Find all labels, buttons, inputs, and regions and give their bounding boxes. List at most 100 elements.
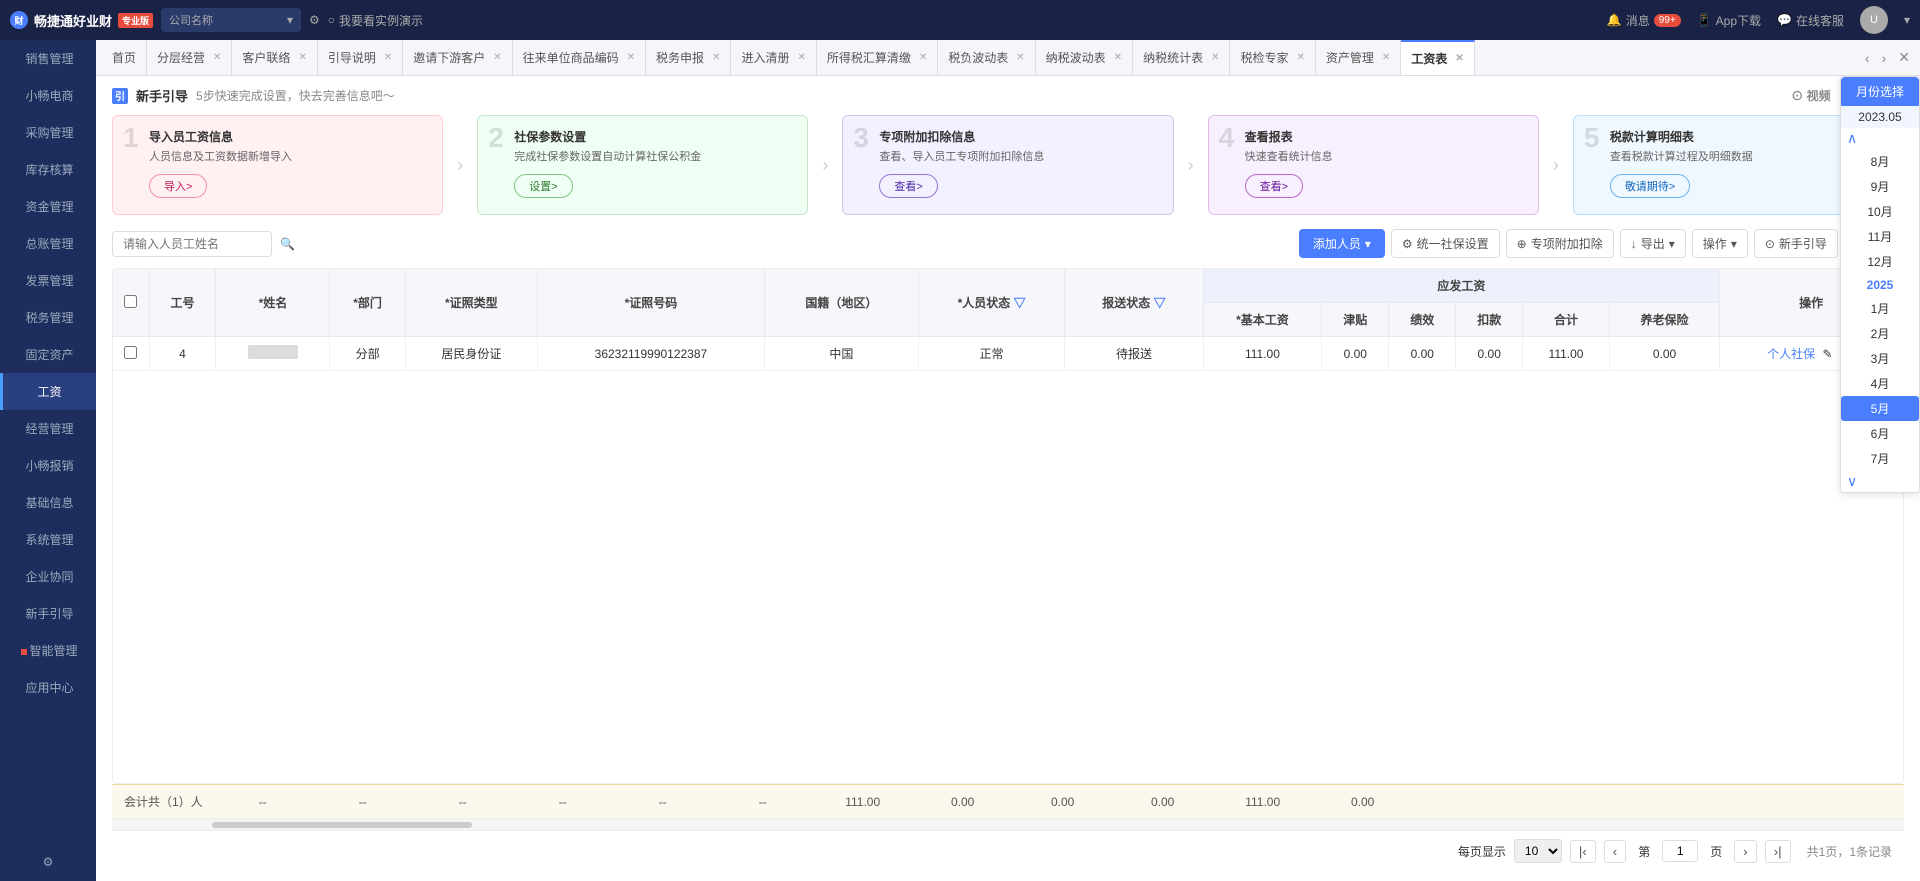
action-personal-insurance[interactable]: 个人社保: [1767, 347, 1815, 361]
tab-tax-burden[interactable]: 税负波动表 ✕: [938, 40, 1035, 75]
tab-assets[interactable]: 资产管理 ✕: [1316, 40, 1401, 75]
step-btn-2[interactable]: 设置>: [514, 174, 572, 198]
tabs-next-icon[interactable]: ›: [1878, 48, 1891, 68]
search-input[interactable]: [112, 231, 272, 257]
personnel-status-filter-icon[interactable]: ▽: [1014, 296, 1026, 310]
tabs-close-all-icon[interactable]: ✕: [1894, 47, 1914, 68]
select-all-checkbox[interactable]: [124, 295, 137, 308]
step-btn-4[interactable]: 查看>: [1245, 174, 1303, 198]
tab-close-icon[interactable]: ✕: [712, 52, 720, 63]
month-item-8[interactable]: 8月: [1841, 149, 1919, 174]
month-item-10[interactable]: 10月: [1841, 199, 1919, 224]
search-icon[interactable]: 🔍: [280, 237, 295, 251]
sidebar-item-ecommerce[interactable]: 小畅电商: [0, 77, 96, 114]
page-input[interactable]: [1662, 840, 1698, 862]
tab-close-icon[interactable]: ✕: [384, 52, 392, 63]
sidebar-item-app-center[interactable]: 应用中心: [0, 669, 96, 706]
month-item-11[interactable]: 11月: [1841, 224, 1919, 249]
month-item-6[interactable]: 6月: [1841, 421, 1919, 446]
tab-customer[interactable]: 客户联络 ✕: [232, 40, 317, 75]
tab-close-icon[interactable]: ✕: [298, 52, 306, 63]
sidebar-item-system[interactable]: 系统管理: [0, 521, 96, 558]
sidebar-item-tax[interactable]: 税务管理: [0, 299, 96, 336]
tab-tax-stats[interactable]: 纳税统计表 ✕: [1133, 40, 1230, 75]
prev-page-btn[interactable]: ‹: [1604, 840, 1626, 863]
month-item-12[interactable]: 12月: [1841, 249, 1919, 274]
step-btn-5[interactable]: 敬请期待>: [1610, 174, 1690, 198]
tabs-prev-icon[interactable]: ‹: [1861, 48, 1874, 68]
last-page-btn[interactable]: ›|: [1765, 840, 1791, 863]
month-item-4[interactable]: 4月: [1841, 371, 1919, 396]
horizontal-scrollbar[interactable]: [112, 818, 1904, 830]
sidebar-item-basic-info[interactable]: 基础信息: [0, 484, 96, 521]
tab-close-icon[interactable]: ✕: [1211, 52, 1219, 63]
tab-close-icon[interactable]: ✕: [1455, 53, 1463, 64]
tab-tax-expert[interactable]: 税检专家 ✕: [1230, 40, 1315, 75]
sidebar-item-collab[interactable]: 企业协同: [0, 558, 96, 595]
month-up-btn[interactable]: ∧: [1847, 130, 1857, 147]
new-guide-btn[interactable]: ⊙ 新手引导: [1754, 229, 1838, 258]
notification-btn[interactable]: 🔔 消息 99+: [1607, 12, 1681, 29]
month-item-9[interactable]: 9月: [1841, 174, 1919, 199]
tab-close-icon[interactable]: ✕: [919, 52, 927, 63]
sidebar-item-operations[interactable]: 经营管理: [0, 410, 96, 447]
sidebar-item-purchase[interactable]: 采购管理: [0, 114, 96, 151]
tab-payroll[interactable]: 工资表 ✕: [1401, 40, 1474, 75]
step-btn-3[interactable]: 查看>: [879, 174, 937, 198]
tab-tax-report[interactable]: 税务申报 ✕: [646, 40, 731, 75]
export-btn[interactable]: ↓ 导出 ▾: [1620, 229, 1686, 258]
tab-product-code[interactable]: 往来单位商品编码 ✕: [513, 40, 646, 75]
tab-layered[interactable]: 分层经营 ✕: [147, 40, 232, 75]
month-down-btn[interactable]: ∨: [1847, 473, 1857, 490]
sidebar-item-guide[interactable]: 新手引导: [0, 595, 96, 632]
tab-close-icon[interactable]: ✕: [1297, 52, 1305, 63]
tab-tax-wave[interactable]: 纳税波动表 ✕: [1036, 40, 1133, 75]
user-avatar[interactable]: U: [1860, 6, 1888, 34]
tab-close-icon[interactable]: ✕: [1114, 52, 1122, 63]
month-item-3[interactable]: 3月: [1841, 346, 1919, 371]
month-item-1[interactable]: 1月: [1841, 296, 1919, 321]
unified-settings-btn[interactable]: ⚙ 统一社保设置: [1391, 229, 1500, 258]
online-service-btn[interactable]: 💬 在线客服: [1777, 12, 1844, 29]
sidebar-item-sales[interactable]: 销售管理: [0, 40, 96, 77]
demo-link[interactable]: ○ 我要看实例演示: [328, 12, 423, 29]
add-employee-btn[interactable]: 添加人员 ▾: [1299, 229, 1385, 258]
sidebar-item-inventory[interactable]: 库存核算: [0, 151, 96, 188]
tab-close-icon[interactable]: ✕: [627, 52, 635, 63]
tab-register[interactable]: 进入清册 ✕: [731, 40, 816, 75]
year-display[interactable]: 2023.05: [1841, 106, 1919, 128]
company-selector[interactable]: 公司名称: [169, 12, 213, 28]
sidebar-item-payroll[interactable]: 工资: [0, 373, 96, 410]
tab-close-icon[interactable]: ✕: [213, 52, 221, 63]
app-download-btn[interactable]: 📱 App下载: [1697, 12, 1761, 29]
operations-btn[interactable]: 操作 ▾: [1692, 229, 1748, 258]
tab-close-icon[interactable]: ✕: [797, 52, 805, 63]
user-menu-icon[interactable]: ▾: [1904, 13, 1910, 27]
th-checkbox[interactable]: [113, 269, 149, 337]
month-item-7[interactable]: 7月: [1841, 446, 1919, 471]
company-dropdown-icon[interactable]: ▾: [287, 13, 293, 27]
tab-close-icon[interactable]: ✕: [1382, 52, 1390, 63]
action-edit-icon[interactable]: ✎: [1822, 347, 1832, 361]
row-checkbox-cell[interactable]: [113, 337, 149, 371]
special-deduction-btn[interactable]: ⊕ 专项附加扣除: [1506, 229, 1614, 258]
sidebar-item-fixed-assets[interactable]: 固定资产: [0, 336, 96, 373]
tab-invite[interactable]: 邀请下游客户 ✕: [403, 40, 512, 75]
scrollbar-thumb[interactable]: [212, 822, 472, 828]
sidebar-item-expense[interactable]: 小畅报销: [0, 447, 96, 484]
sidebar-item-ledger[interactable]: 总账管理: [0, 225, 96, 262]
tab-income-tax[interactable]: 所得税汇算清缴 ✕: [817, 40, 938, 75]
tab-guide-desc[interactable]: 引导说明 ✕: [318, 40, 403, 75]
settings-icon[interactable]: ⚙: [309, 13, 320, 27]
tab-home[interactable]: 首页: [102, 40, 147, 75]
tab-close-icon[interactable]: ✕: [1016, 52, 1024, 63]
sidebar-gear-btn[interactable]: ⚙: [0, 843, 96, 881]
month-item-2[interactable]: 2月: [1841, 321, 1919, 346]
next-page-btn[interactable]: ›: [1734, 840, 1756, 863]
report-status-filter-icon[interactable]: ▽: [1154, 296, 1166, 310]
first-page-btn[interactable]: |‹: [1570, 840, 1596, 863]
row-checkbox[interactable]: [124, 346, 137, 359]
step-btn-1[interactable]: 导入>: [149, 174, 207, 198]
per-page-select[interactable]: 10 20 50: [1514, 839, 1562, 863]
sidebar-item-invoice[interactable]: 发票管理: [0, 262, 96, 299]
